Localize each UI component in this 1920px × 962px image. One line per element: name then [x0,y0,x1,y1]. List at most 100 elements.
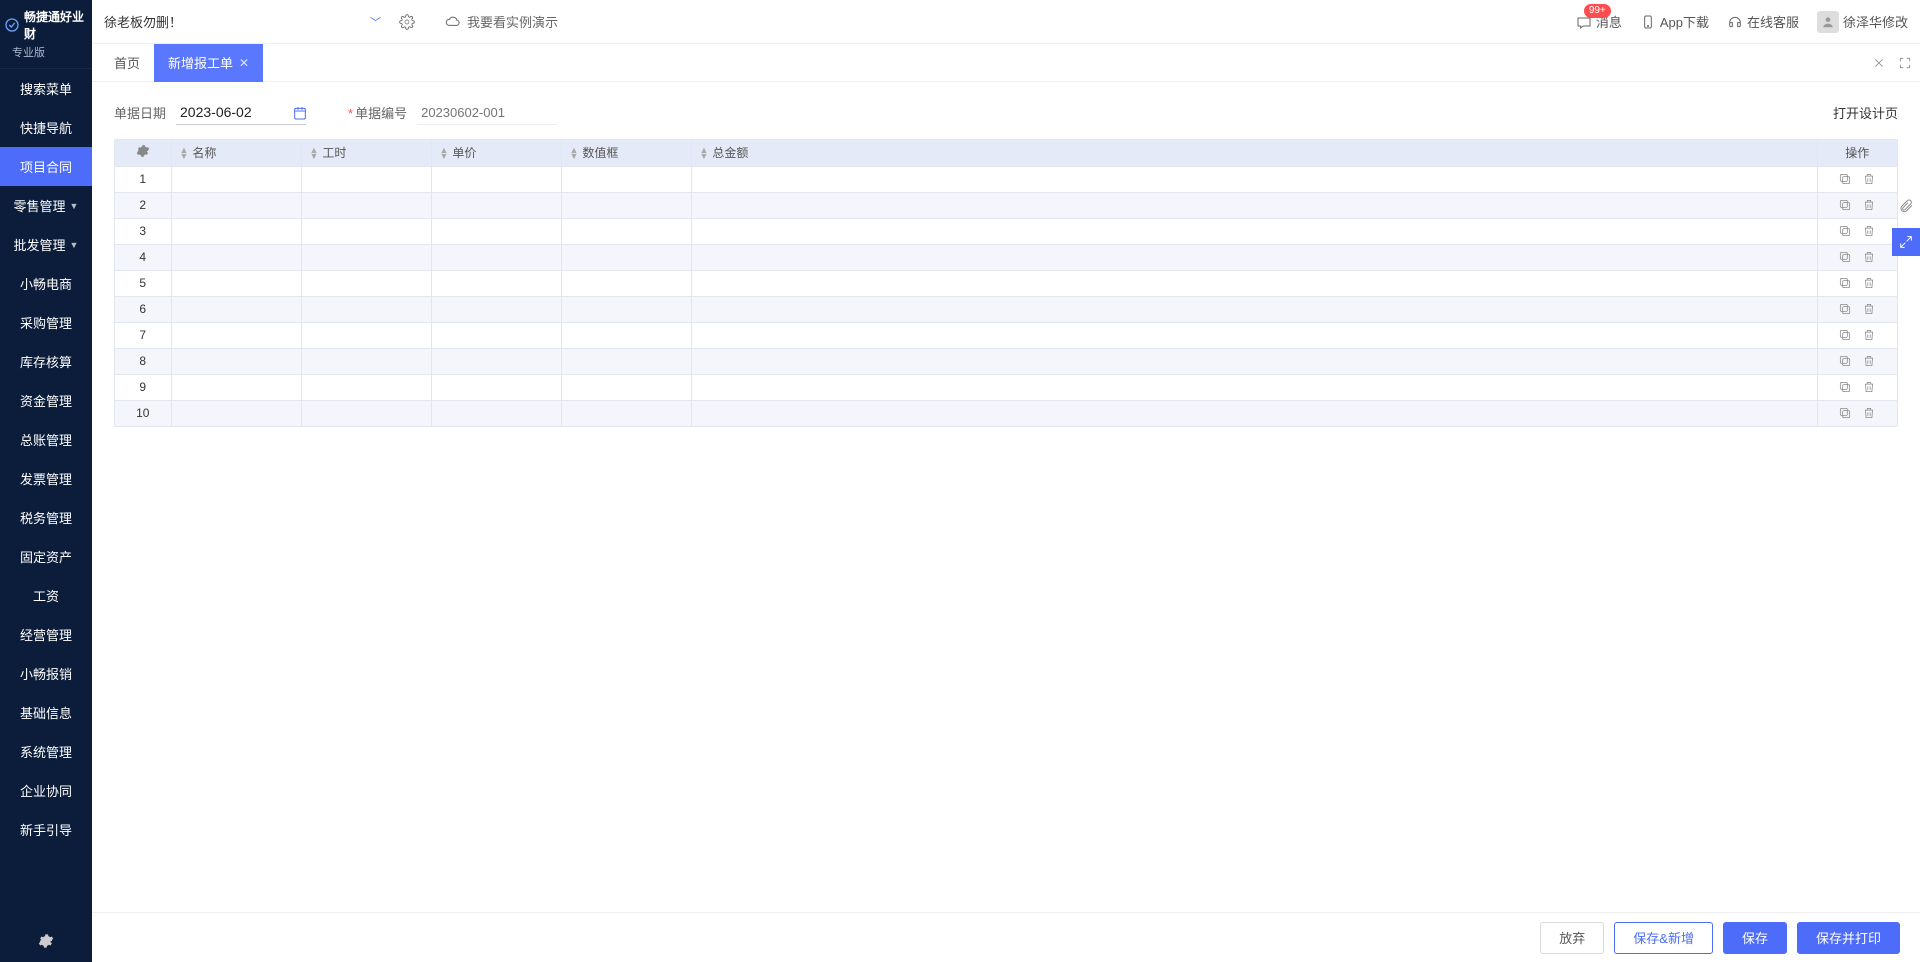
save-print-button[interactable]: 保存并打印 [1797,922,1900,954]
table-row[interactable]: 7 [115,322,1897,348]
attachment-button[interactable] [1892,192,1920,220]
settings-icon[interactable] [38,933,54,949]
cell-price[interactable] [431,166,561,192]
org-selector[interactable]: 徐老板勿删！ ﹀ [104,12,381,31]
expand-button[interactable] [1892,228,1920,256]
cell-hours[interactable] [301,270,431,296]
fullscreen-icon[interactable] [1898,56,1912,70]
sidebar-item-5[interactable]: 小畅电商 [0,264,92,303]
cell-numbox[interactable] [561,400,691,426]
table-row[interactable]: 2 [115,192,1897,218]
cell-name[interactable] [171,374,301,400]
sidebar-item-8[interactable]: 资金管理 [0,381,92,420]
cell-total[interactable] [691,270,1817,296]
cell-total[interactable] [691,166,1817,192]
th-numbox[interactable]: ▲▼数值框 [561,140,691,166]
table-row[interactable]: 5 [115,270,1897,296]
sidebar-item-3[interactable]: 零售管理▼ [0,186,92,225]
th-hours[interactable]: ▲▼工时 [301,140,431,166]
sidebar-item-12[interactable]: 固定资产 [0,537,92,576]
cell-numbox[interactable] [561,374,691,400]
cell-numbox[interactable] [561,322,691,348]
sidebar-item-17[interactable]: 系统管理 [0,732,92,771]
sidebar-item-1[interactable]: 快捷导航 [0,108,92,147]
cell-hours[interactable] [301,296,431,322]
cell-hours[interactable] [301,322,431,348]
tab-home[interactable]: 首页 [100,44,154,82]
table-row[interactable]: 1 [115,166,1897,192]
demo-link[interactable]: 我要看实例演示 [445,12,558,31]
cell-name[interactable] [171,244,301,270]
cell-name[interactable] [171,296,301,322]
copy-row-icon[interactable] [1838,224,1852,238]
copy-row-icon[interactable] [1838,198,1852,212]
cell-numbox[interactable] [561,348,691,374]
cell-name[interactable] [171,322,301,348]
delete-row-icon[interactable] [1862,172,1876,186]
save-button[interactable]: 保存 [1723,922,1787,954]
copy-row-icon[interactable] [1838,250,1852,264]
messages-button[interactable]: 99+ 消息 [1576,12,1622,31]
delete-row-icon[interactable] [1862,250,1876,264]
sidebar-item-10[interactable]: 发票管理 [0,459,92,498]
cell-name[interactable] [171,400,301,426]
close-all-icon[interactable] [1872,56,1886,70]
open-design-link[interactable]: 打开设计页 [1833,103,1898,122]
table-row[interactable]: 4 [115,244,1897,270]
cell-total[interactable] [691,296,1817,322]
cell-hours[interactable] [301,244,431,270]
cell-name[interactable] [171,218,301,244]
cell-total[interactable] [691,374,1817,400]
cell-name[interactable] [171,192,301,218]
table-row[interactable]: 3 [115,218,1897,244]
cell-total[interactable] [691,400,1817,426]
delete-row-icon[interactable] [1862,224,1876,238]
delete-row-icon[interactable] [1862,302,1876,316]
cell-numbox[interactable] [561,166,691,192]
delete-row-icon[interactable] [1862,380,1876,394]
cell-price[interactable] [431,270,561,296]
cell-numbox[interactable] [561,296,691,322]
cell-hours[interactable] [301,218,431,244]
copy-row-icon[interactable] [1838,276,1852,290]
discard-button[interactable]: 放弃 [1540,922,1604,954]
cell-price[interactable] [431,348,561,374]
delete-row-icon[interactable] [1862,328,1876,342]
delete-row-icon[interactable] [1862,354,1876,368]
cell-price[interactable] [431,218,561,244]
sidebar-item-6[interactable]: 采购管理 [0,303,92,342]
cell-total[interactable] [691,244,1817,270]
cell-hours[interactable] [301,348,431,374]
sidebar-item-11[interactable]: 税务管理 [0,498,92,537]
cell-numbox[interactable] [561,270,691,296]
sidebar-item-7[interactable]: 库存核算 [0,342,92,381]
cell-total[interactable] [691,348,1817,374]
date-input[interactable] [176,100,306,125]
user-menu[interactable]: 徐泽华修改 [1817,11,1908,33]
cell-price[interactable] [431,322,561,348]
cell-numbox[interactable] [561,218,691,244]
cell-price[interactable] [431,374,561,400]
cell-hours[interactable] [301,192,431,218]
copy-row-icon[interactable] [1838,328,1852,342]
sidebar-item-0[interactable]: 搜索菜单 [0,69,92,108]
cell-hours[interactable] [301,400,431,426]
th-total[interactable]: ▲▼总金额 [691,140,1817,166]
copy-row-icon[interactable] [1838,406,1852,420]
cell-total[interactable] [691,322,1817,348]
delete-row-icon[interactable] [1862,198,1876,212]
sidebar-item-16[interactable]: 基础信息 [0,693,92,732]
table-row[interactable]: 9 [115,374,1897,400]
app-download-button[interactable]: App下载 [1640,12,1709,31]
th-settings[interactable] [115,140,171,166]
cell-numbox[interactable] [561,192,691,218]
cell-hours[interactable] [301,374,431,400]
org-settings-icon[interactable] [399,14,415,30]
copy-row-icon[interactable] [1838,172,1852,186]
th-price[interactable]: ▲▼单价 [431,140,561,166]
cell-price[interactable] [431,192,561,218]
th-name[interactable]: ▲▼名称 [171,140,301,166]
cell-name[interactable] [171,270,301,296]
sidebar-item-2[interactable]: 项目合同 [0,147,92,186]
table-row[interactable]: 8 [115,348,1897,374]
